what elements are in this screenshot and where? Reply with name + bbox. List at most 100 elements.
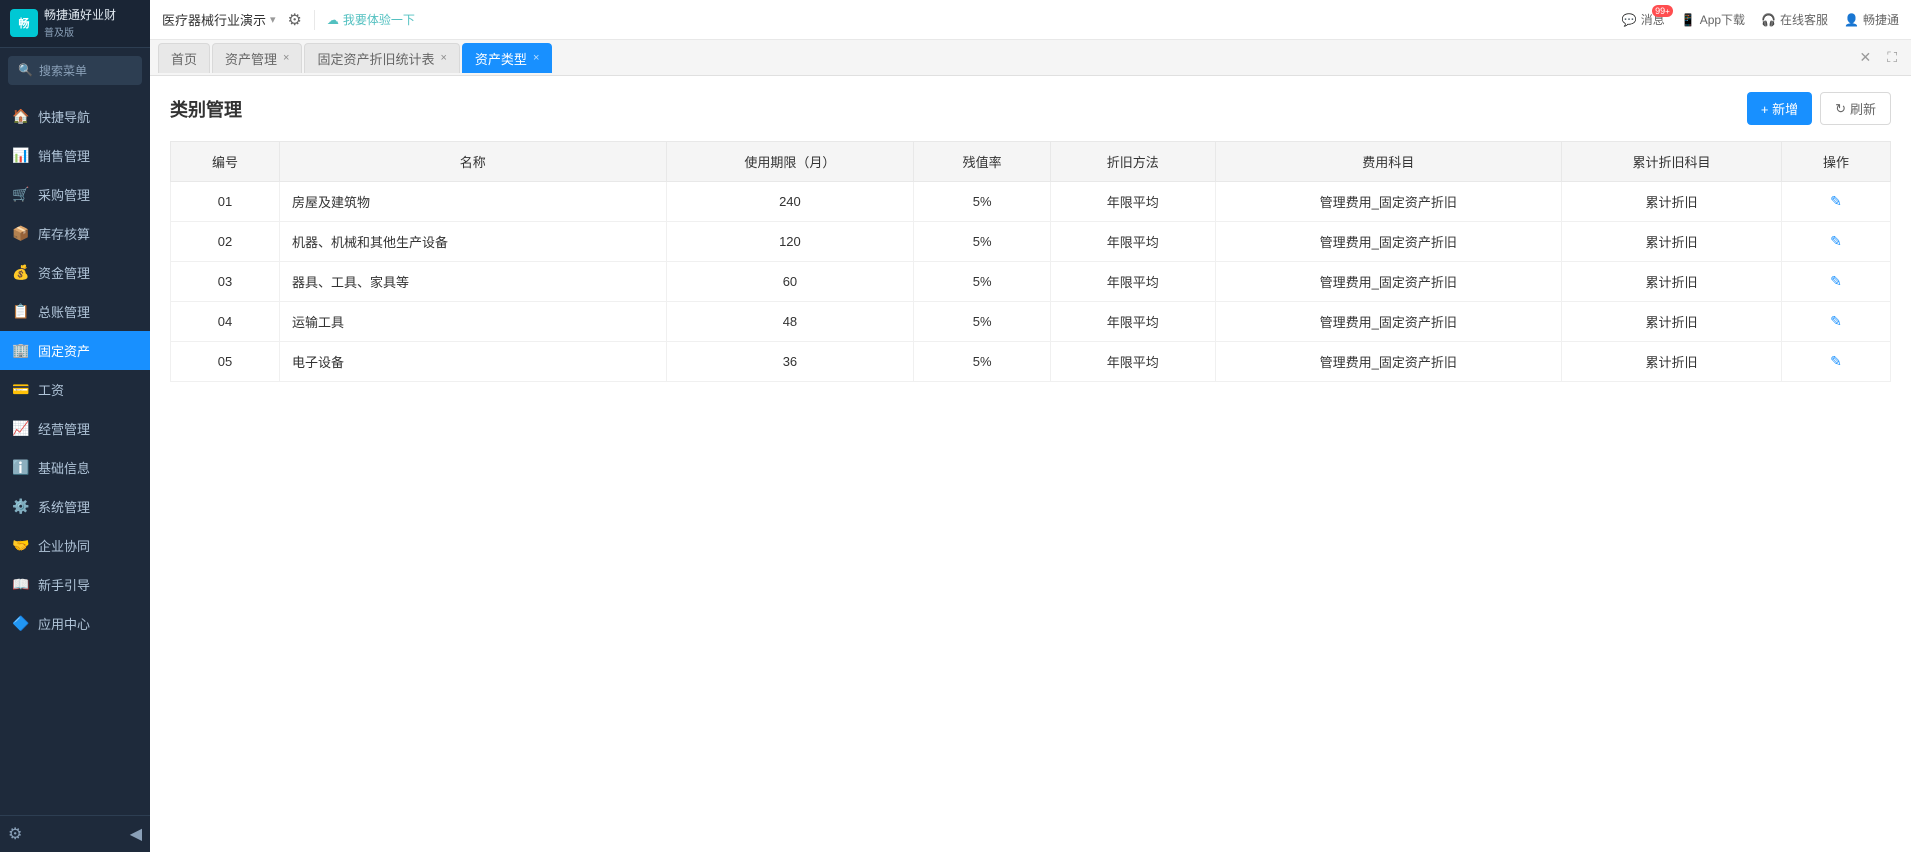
company-name: 医疗器械行业演示 [162,10,266,29]
topbar-divider [314,10,315,30]
search-icon: 🔍 [18,63,33,77]
sidebar-item-sales[interactable]: 📊 销售管理 [0,136,150,175]
sidebar-item-label: 采购管理 [38,185,90,204]
tab-asset-mgmt-label: 资产管理 [225,49,277,68]
sidebar-item-purchase[interactable]: 🛒 采购管理 [0,175,150,214]
table-row: 05 电子设备 36 5% 年限平均 管理费用_固定资产折旧 累计折旧 ✎ [171,342,1891,382]
close-tab-button[interactable]: ✕ [1853,47,1877,68]
cell-method: 年限平均 [1051,342,1215,382]
tab-asset-type[interactable]: 资产类型 × [462,43,552,73]
sidebar-item-guide[interactable]: 📖 新手引导 [0,565,150,604]
tab-asset-mgmt-close[interactable]: × [283,52,289,64]
cell-accumulated: 累计折旧 [1562,182,1782,222]
sidebar-item-label: 快捷导航 [38,107,90,126]
sidebar-item-system[interactable]: ⚙️ 系统管理 [0,487,150,526]
refresh-button[interactable]: ↻ 刷新 [1820,92,1891,125]
phone-icon: 📱 [1681,13,1696,27]
col-header-code: 编号 [171,142,280,182]
col-header-salvage: 残值率 [914,142,1051,182]
app-center-icon: 🔷 [12,615,30,632]
collapse-sidebar-button[interactable]: ◀ [130,824,142,844]
new-button[interactable]: + 新增 [1747,92,1812,125]
sidebar-item-fixed-assets[interactable]: 🏢 固定资产 [0,331,150,370]
cell-name: 房屋及建筑物 [279,182,666,222]
sidebar-item-basic-info[interactable]: ℹ️ 基础信息 [0,448,150,487]
cell-accumulated: 累计折旧 [1562,302,1782,342]
tab-home[interactable]: 首页 [158,43,210,73]
cell-accumulated: 累计折旧 [1562,222,1782,262]
settings-footer-button[interactable]: ⚙ [8,824,22,844]
sidebar-item-app-center[interactable]: 🔷 应用中心 [0,604,150,643]
customer-service-button[interactable]: 🎧 在线客服 [1761,11,1828,28]
sidebar-item-label: 系统管理 [38,497,90,516]
company-selector[interactable]: 医疗器械行业演示 ▾ [162,10,276,29]
cell-expense: 管理费用_固定资产折旧 [1215,262,1561,302]
cell-method: 年限平均 [1051,182,1215,222]
col-header-method: 折旧方法 [1051,142,1215,182]
cell-code: 04 [171,302,280,342]
app-download-button[interactable]: 📱 App下载 [1681,11,1745,28]
app-download-label: App下载 [1700,11,1745,28]
col-header-name: 名称 [279,142,666,182]
basic-info-icon: ℹ️ [12,459,30,476]
tabbar-actions: ✕ ⛶ [1853,47,1903,68]
sidebar-item-label: 基础信息 [38,458,90,477]
sidebar-item-inventory[interactable]: 📦 库存核算 [0,214,150,253]
restore-tab-button[interactable]: ⛶ [1881,47,1903,68]
sidebar-item-label: 企业协同 [38,536,90,555]
edit-button[interactable]: ✎ [1830,313,1842,329]
edit-button[interactable]: ✎ [1830,193,1842,209]
user-icon: 👤 [1844,13,1859,27]
edit-button[interactable]: ✎ [1830,233,1842,249]
page-actions: + 新增 ↻ 刷新 [1747,92,1891,125]
edit-button[interactable]: ✎ [1830,353,1842,369]
sidebar-item-ledger[interactable]: 📋 总账管理 [0,292,150,331]
trial-button[interactable]: ☁ 我要体验一下 [327,11,415,28]
cell-accumulated: 累计折旧 [1562,342,1782,382]
customer-service-label: 在线客服 [1780,11,1828,28]
sidebar-item-cooperation[interactable]: 🤝 企业协同 [0,526,150,565]
cell-code: 05 [171,342,280,382]
tab-depreciation-report[interactable]: 固定资产折旧统计表 × [304,43,459,73]
cell-salvage: 5% [914,262,1051,302]
tab-asset-type-label: 资产类型 [475,49,527,68]
sidebar-item-label: 总账管理 [38,302,90,321]
cell-method: 年限平均 [1051,262,1215,302]
cell-action: ✎ [1782,182,1891,222]
cell-action: ✎ [1782,262,1891,302]
sidebar-item-label: 新手引导 [38,575,90,594]
cell-method: 年限平均 [1051,302,1215,342]
message-icon: 💬 [1622,13,1637,27]
col-header-action: 操作 [1782,142,1891,182]
messages-button[interactable]: 💬 消息 99+ [1622,11,1665,28]
cloud-icon: ☁ [327,13,339,27]
sidebar-item-quick-nav[interactable]: 🏠 快捷导航 [0,97,150,136]
tab-asset-mgmt[interactable]: 资产管理 × [212,43,302,73]
category-table: 编号 名称 使用期限（月） 残值率 折旧方法 费用科目 累计折旧科目 操作 01… [170,141,1891,382]
operations-icon: 📈 [12,420,30,437]
cell-name: 运输工具 [279,302,666,342]
fixed-assets-icon: 🏢 [12,342,30,359]
payroll-icon: 💳 [12,381,30,398]
sidebar-item-operations[interactable]: 📈 经营管理 [0,409,150,448]
chevron-down-icon: ▾ [270,13,276,26]
sidebar-item-payroll[interactable]: 💳 工资 [0,370,150,409]
topbar-settings-button[interactable]: ⚙ [288,10,302,30]
user-button[interactable]: 👤 畅捷通 [1844,11,1899,28]
cell-action: ✎ [1782,342,1891,382]
sidebar-item-label: 销售管理 [38,146,90,165]
cell-code: 02 [171,222,280,262]
cell-method: 年限平均 [1051,222,1215,262]
sidebar-item-label: 应用中心 [38,614,90,633]
cell-expense: 管理费用_固定资产折旧 [1215,222,1561,262]
sidebar: 畅 畅捷通好业财 普及版 🔍 搜索菜单 🏠 快捷导航 📊 销售管理 🛒 采购管理 [0,0,150,852]
refresh-label: 刷新 [1850,99,1876,118]
edit-button[interactable]: ✎ [1830,273,1842,289]
tab-home-label: 首页 [171,49,197,68]
sidebar-item-funds[interactable]: 💰 资金管理 [0,253,150,292]
search-menu-button[interactable]: 🔍 搜索菜单 [8,56,142,85]
cell-name: 器具、工具、家具等 [279,262,666,302]
tab-asset-type-close[interactable]: × [533,52,539,64]
cell-expense: 管理费用_固定资产折旧 [1215,342,1561,382]
tab-depreciation-report-close[interactable]: × [440,52,446,64]
